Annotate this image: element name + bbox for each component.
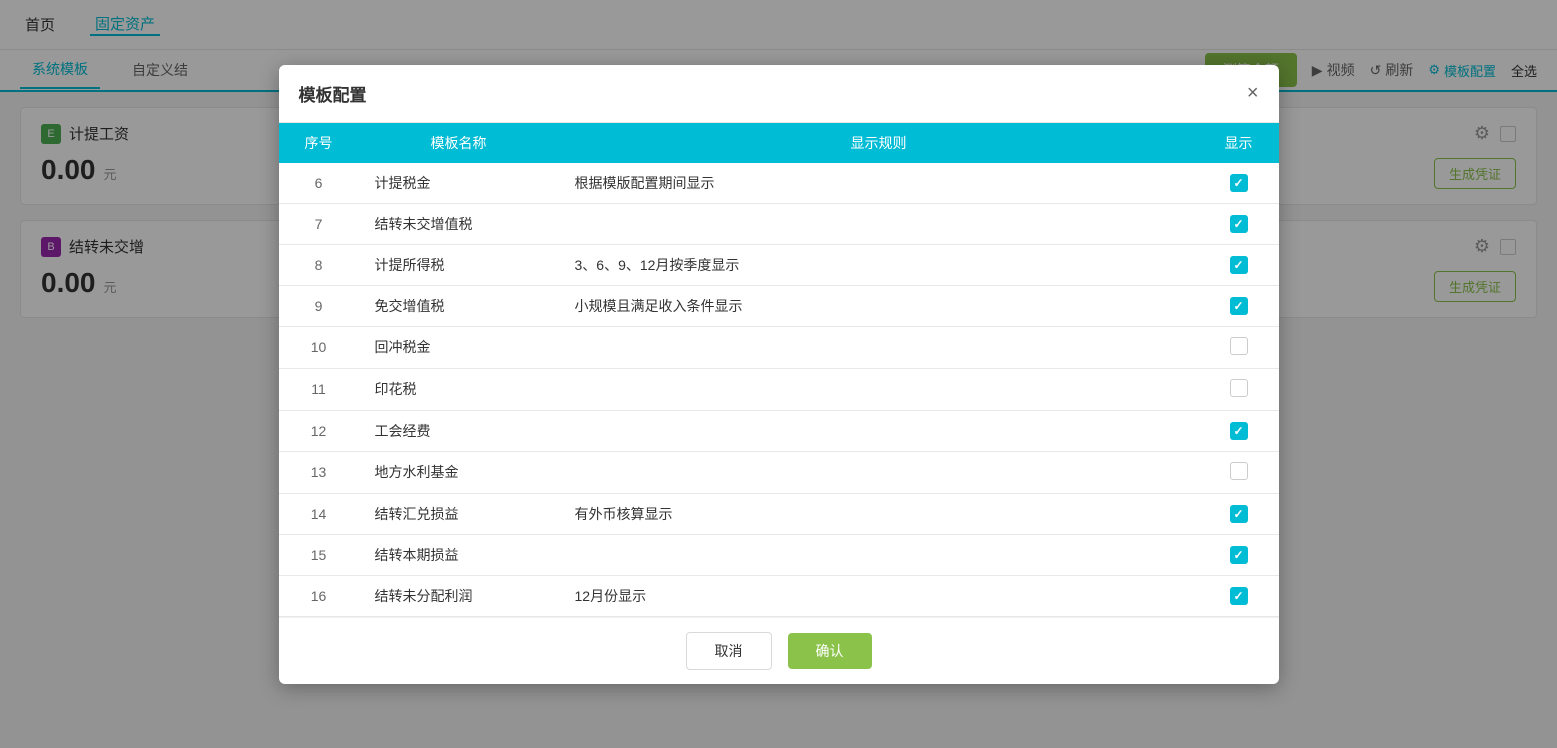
modal-title: 模板配置 bbox=[299, 81, 367, 106]
cell-seq-2: 8 bbox=[279, 244, 359, 285]
table-row: 14结转汇兑损益有外币核算显示 bbox=[279, 493, 1279, 534]
modal-template-config: 模板配置 × 序号 模板名称 显示规则 显示 6计提税金根据模版配置期间显示7结… bbox=[279, 65, 1279, 684]
checkbox-1[interactable] bbox=[1230, 215, 1248, 233]
th-rule: 显示规则 bbox=[559, 123, 1199, 163]
cell-rule-4 bbox=[559, 326, 1199, 368]
cell-seq-3: 9 bbox=[279, 285, 359, 326]
confirm-button[interactable]: 确认 bbox=[788, 633, 872, 669]
cell-seq-4: 10 bbox=[279, 326, 359, 368]
modal-header: 模板配置 × bbox=[279, 65, 1279, 123]
table-row: 12工会经费 bbox=[279, 410, 1279, 451]
th-display: 显示 bbox=[1199, 123, 1279, 163]
modal-body: 序号 模板名称 显示规则 显示 6计提税金根据模版配置期间显示7结转未交增值税8… bbox=[279, 123, 1279, 617]
cell-name-6: 工会经费 bbox=[359, 410, 559, 451]
cell-rule-7 bbox=[559, 451, 1199, 493]
modal-footer: 取消 确认 bbox=[279, 617, 1279, 684]
cell-rule-6 bbox=[559, 410, 1199, 451]
cell-rule-2: 3、6、9、12月按季度显示 bbox=[559, 244, 1199, 285]
checkbox-4[interactable] bbox=[1230, 337, 1248, 355]
table-header-row: 序号 模板名称 显示规则 显示 bbox=[279, 123, 1279, 163]
cell-seq-8: 14 bbox=[279, 493, 359, 534]
table-row: 10回冲税金 bbox=[279, 326, 1279, 368]
checkbox-3[interactable] bbox=[1230, 297, 1248, 315]
cell-seq-0: 6 bbox=[279, 163, 359, 204]
cell-seq-1: 7 bbox=[279, 203, 359, 244]
cell-name-4: 回冲税金 bbox=[359, 326, 559, 368]
cell-check-9 bbox=[1199, 534, 1279, 575]
table-row: 6计提税金根据模版配置期间显示 bbox=[279, 163, 1279, 204]
cell-name-0: 计提税金 bbox=[359, 163, 559, 204]
cell-name-7: 地方水利基金 bbox=[359, 451, 559, 493]
cell-rule-9 bbox=[559, 534, 1199, 575]
cell-rule-8: 有外币核算显示 bbox=[559, 493, 1199, 534]
cell-check-7 bbox=[1199, 451, 1279, 493]
cell-check-4 bbox=[1199, 326, 1279, 368]
table-row: 11印花税 bbox=[279, 368, 1279, 410]
cell-seq-5: 11 bbox=[279, 368, 359, 410]
checkbox-9[interactable] bbox=[1230, 546, 1248, 564]
cancel-button[interactable]: 取消 bbox=[686, 632, 772, 670]
cell-seq-7: 13 bbox=[279, 451, 359, 493]
modal-close-button[interactable]: × bbox=[1247, 83, 1259, 103]
cell-seq-9: 15 bbox=[279, 534, 359, 575]
checkbox-2[interactable] bbox=[1230, 256, 1248, 274]
th-name: 模板名称 bbox=[359, 123, 559, 163]
checkbox-0[interactable] bbox=[1230, 174, 1248, 192]
cell-name-8: 结转汇兑损益 bbox=[359, 493, 559, 534]
table-row: 13地方水利基金 bbox=[279, 451, 1279, 493]
cell-check-10 bbox=[1199, 575, 1279, 616]
table-row: 9免交增值税小规模且满足收入条件显示 bbox=[279, 285, 1279, 326]
table-row: 16结转未分配利润12月份显示 bbox=[279, 575, 1279, 616]
cell-name-2: 计提所得税 bbox=[359, 244, 559, 285]
checkbox-6[interactable] bbox=[1230, 422, 1248, 440]
table-row: 15结转本期损益 bbox=[279, 534, 1279, 575]
cell-rule-1 bbox=[559, 203, 1199, 244]
cell-check-8 bbox=[1199, 493, 1279, 534]
cell-name-3: 免交增值税 bbox=[359, 285, 559, 326]
checkbox-7[interactable] bbox=[1230, 462, 1248, 480]
table-row: 7结转未交增值税 bbox=[279, 203, 1279, 244]
checkbox-10[interactable] bbox=[1230, 587, 1248, 605]
cell-rule-10: 12月份显示 bbox=[559, 575, 1199, 616]
cell-name-10: 结转未分配利润 bbox=[359, 575, 559, 616]
cell-name-1: 结转未交增值税 bbox=[359, 203, 559, 244]
cell-rule-3: 小规模且满足收入条件显示 bbox=[559, 285, 1199, 326]
cell-check-3 bbox=[1199, 285, 1279, 326]
modal-table: 序号 模板名称 显示规则 显示 6计提税金根据模版配置期间显示7结转未交增值税8… bbox=[279, 123, 1279, 617]
cell-seq-6: 12 bbox=[279, 410, 359, 451]
cell-rule-5 bbox=[559, 368, 1199, 410]
cell-seq-10: 16 bbox=[279, 575, 359, 616]
cell-rule-0: 根据模版配置期间显示 bbox=[559, 163, 1199, 204]
modal-overlay: 模板配置 × 序号 模板名称 显示规则 显示 6计提税金根据模版配置期间显示7结… bbox=[0, 0, 1557, 748]
cell-check-6 bbox=[1199, 410, 1279, 451]
table-row: 8计提所得税3、6、9、12月按季度显示 bbox=[279, 244, 1279, 285]
cell-check-1 bbox=[1199, 203, 1279, 244]
cell-check-5 bbox=[1199, 368, 1279, 410]
th-seq: 序号 bbox=[279, 123, 359, 163]
cell-name-5: 印花税 bbox=[359, 368, 559, 410]
cell-check-2 bbox=[1199, 244, 1279, 285]
cell-name-9: 结转本期损益 bbox=[359, 534, 559, 575]
checkbox-5[interactable] bbox=[1230, 379, 1248, 397]
checkbox-8[interactable] bbox=[1230, 505, 1248, 523]
cell-check-0 bbox=[1199, 163, 1279, 204]
